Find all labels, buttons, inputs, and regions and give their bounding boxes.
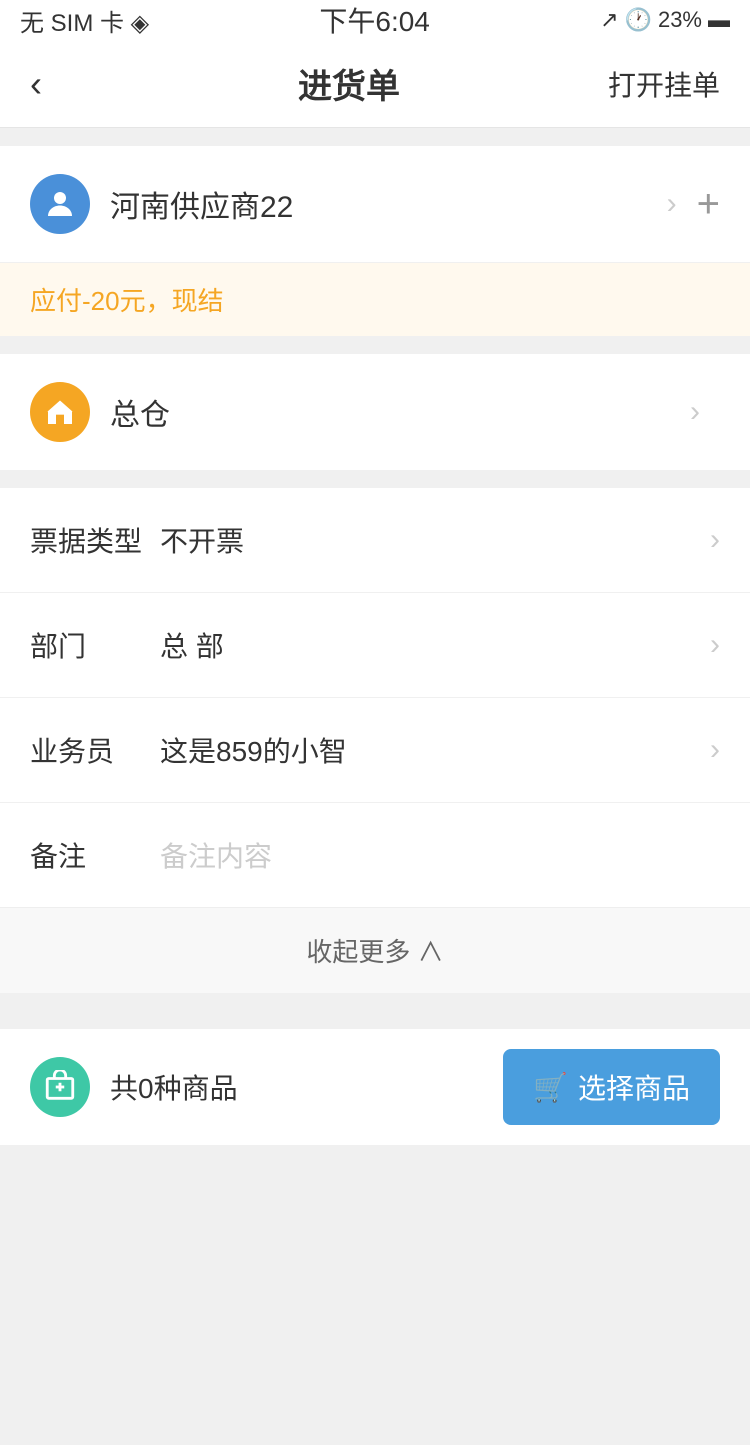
section-gap-4 xyxy=(0,993,750,1011)
dept-label: 部门 xyxy=(30,625,160,665)
form-card: 票据类型 不开票 › 部门 总 部 › 业务员 这是859的小智 › 备注 备注… xyxy=(0,488,750,993)
status-time: 下午6:04 xyxy=(319,0,430,40)
remark-row[interactable]: 备注 备注内容 xyxy=(0,802,750,907)
person-icon xyxy=(42,186,78,222)
select-products-button[interactable]: 🛒 选择商品 xyxy=(503,1049,720,1125)
notice-bar: 应付-20元，现结 xyxy=(0,263,750,336)
warehouse-icon-wrap xyxy=(30,382,90,442)
chevron-right-icon: › xyxy=(710,523,720,557)
back-button[interactable]: ‹ xyxy=(30,63,90,105)
invoice-type-row[interactable]: 票据类型 不开票 › xyxy=(0,488,750,592)
battery-pct: 23% xyxy=(658,7,702,33)
supplier-name: 河南供应商22 xyxy=(110,182,667,226)
chevron-right-icon: › xyxy=(690,395,700,429)
warehouse-card: 总仓 › xyxy=(0,354,750,470)
salesperson-row[interactable]: 业务员 这是859的小智 › xyxy=(0,697,750,802)
warehouse-name: 总仓 xyxy=(110,390,690,434)
add-button[interactable]: + xyxy=(697,182,720,227)
section-gap-3 xyxy=(0,470,750,488)
section-gap-2 xyxy=(0,336,750,354)
status-left: 无 SIM 卡 ◈ xyxy=(20,3,149,38)
chevron-right-icon: › xyxy=(710,628,720,662)
open-pending-button[interactable]: 打开挂单 xyxy=(608,64,720,104)
remark-input[interactable]: 备注内容 xyxy=(160,835,720,875)
page-background xyxy=(0,1145,750,1445)
warehouse-row[interactable]: 总仓 › xyxy=(0,354,750,470)
status-bar: 无 SIM 卡 ◈ 下午6:04 ↗ 🕐 23% ▬ xyxy=(0,0,750,40)
supplier-card: 河南供应商22 › + 应付-20元，现结 xyxy=(0,146,750,336)
bottom-bar: 共0种商品 🛒 选择商品 xyxy=(0,1029,750,1145)
supplier-row[interactable]: 河南供应商22 › + xyxy=(0,146,750,263)
product-icon xyxy=(43,1070,77,1104)
alarm-icon: 🕐 xyxy=(625,7,652,33)
battery-icon: ▬ xyxy=(708,7,730,33)
sim-status: 无 SIM 卡 ◈ xyxy=(20,3,149,38)
warehouse-icon xyxy=(44,396,76,428)
chevron-right-icon: › xyxy=(667,187,677,221)
salesperson-value: 这是859的小智 xyxy=(160,730,710,770)
dept-row[interactable]: 部门 总 部 › xyxy=(0,592,750,697)
product-count-label: 共0种商品 xyxy=(110,1067,503,1107)
remark-label: 备注 xyxy=(30,835,160,875)
status-right: ↗ 🕐 23% ▬ xyxy=(600,7,730,33)
avatar xyxy=(30,174,90,234)
invoice-type-value: 不开票 xyxy=(160,520,710,560)
product-icon-wrap xyxy=(30,1057,90,1117)
page-title: 进货单 xyxy=(298,59,400,108)
cart-icon: 🛒 xyxy=(533,1071,568,1104)
salesperson-label: 业务员 xyxy=(30,730,160,770)
location-icon: ↗ xyxy=(600,7,618,33)
invoice-type-label: 票据类型 xyxy=(30,520,160,560)
select-btn-label: 选择商品 xyxy=(578,1067,690,1107)
section-gap-1 xyxy=(0,128,750,146)
dept-value: 总 部 xyxy=(160,625,710,665)
collapse-button[interactable]: 收起更多 ∧ xyxy=(0,907,750,993)
nav-bar: ‹ 进货单 打开挂单 xyxy=(0,40,750,128)
chevron-right-icon: › xyxy=(710,733,720,767)
